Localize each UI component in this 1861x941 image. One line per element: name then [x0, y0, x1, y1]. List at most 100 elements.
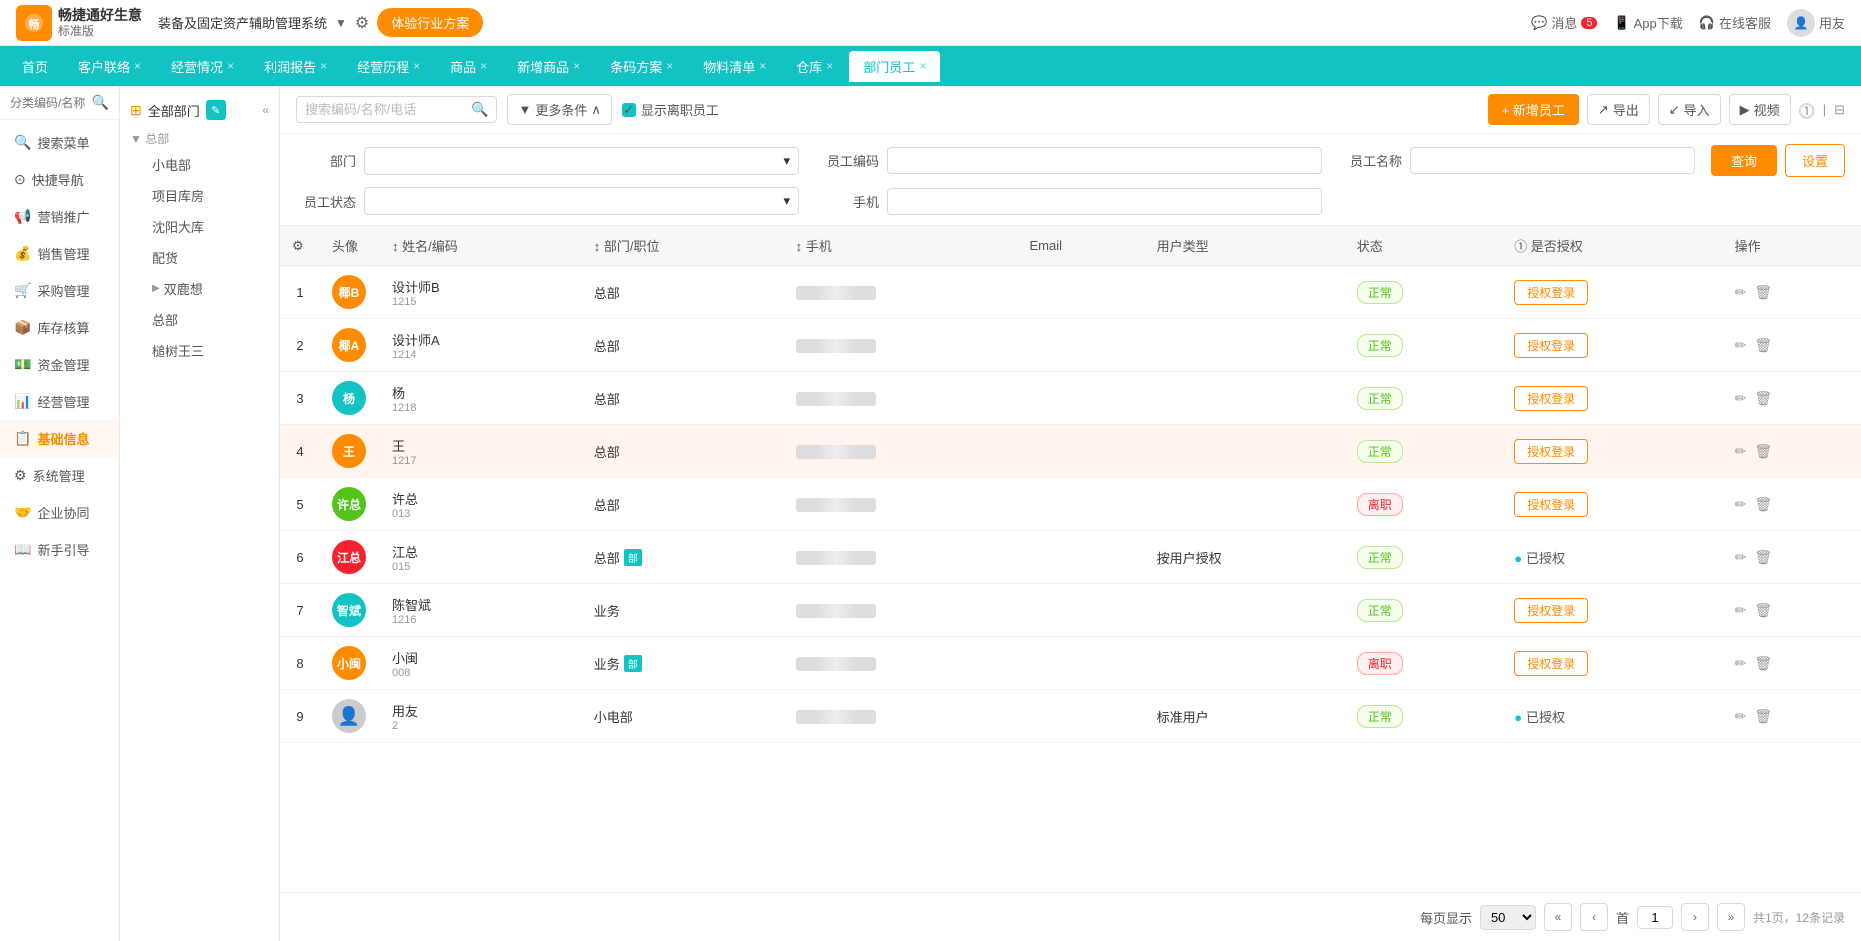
col-phone[interactable]: ↕ 手机: [784, 226, 1018, 266]
close-icon[interactable]: ×: [134, 59, 141, 73]
first-page-btn[interactable]: «: [1544, 903, 1572, 931]
close-icon[interactable]: ×: [480, 59, 487, 73]
dept-tree-item[interactable]: 小电部: [132, 149, 279, 180]
tab-home[interactable]: 首页: [8, 51, 62, 82]
message-btn[interactable]: 💬 消息 5: [1531, 13, 1597, 32]
experience-btn[interactable]: 体验行业方案: [377, 8, 483, 37]
edit-icon[interactable]: ✏: [1735, 337, 1747, 354]
delete-icon[interactable]: 🗑: [1754, 284, 1772, 301]
close-icon[interactable]: ×: [413, 59, 420, 73]
delete-icon[interactable]: 🗑: [1754, 337, 1772, 354]
help-icon[interactable]: ⓵: [1799, 98, 1815, 122]
auth-login-btn[interactable]: 授权登录: [1514, 492, 1588, 517]
delete-icon[interactable]: 🗑: [1754, 602, 1772, 619]
dept-tree-item[interactable]: 总部: [132, 304, 279, 335]
more-icon[interactable]: |: [1823, 102, 1826, 117]
dept-tree-item[interactable]: 沈阳大库: [132, 211, 279, 242]
sidebar-item-ops[interactable]: 📊 经营管理: [0, 383, 119, 420]
search-input[interactable]: [305, 102, 465, 117]
sidebar-item-marketing[interactable]: 📢 营销推广: [0, 198, 119, 235]
tab-barcode[interactable]: 条码方案 ×: [596, 51, 687, 82]
settings-gear-btn[interactable]: ⚙: [355, 13, 369, 33]
auth-login-btn[interactable]: 授权登录: [1514, 439, 1588, 464]
view-btn[interactable]: ▶ 视频: [1729, 94, 1791, 125]
sidebar-search-icon[interactable]: 🔍: [92, 94, 109, 111]
per-page-select[interactable]: 50 20 100: [1480, 905, 1536, 930]
auth-login-btn[interactable]: 授权登录: [1514, 333, 1588, 358]
close-icon[interactable]: ×: [227, 59, 234, 73]
edit-icon[interactable]: ✏: [1735, 284, 1747, 301]
dept-tree-item[interactable]: 槌树王三: [132, 335, 279, 366]
close-icon[interactable]: ×: [320, 59, 327, 73]
delete-icon[interactable]: 🗑: [1754, 655, 1772, 672]
sidebar-item-collab[interactable]: 🤝 企业协同: [0, 494, 119, 531]
next-page-btn[interactable]: ›: [1681, 903, 1709, 931]
delete-icon[interactable]: 🗑: [1754, 390, 1772, 407]
auth-login-btn[interactable]: 授权登录: [1514, 386, 1588, 411]
show-resigned-checkbox[interactable]: ✓ 显示离职员工: [622, 100, 719, 119]
app-download-btn[interactable]: 📱 App下载: [1613, 13, 1682, 32]
tab-employees[interactable]: 部门员工 ×: [849, 51, 940, 82]
tab-profit[interactable]: 利润报告 ×: [250, 51, 341, 82]
edit-icon[interactable]: ✏: [1735, 496, 1747, 513]
user-menu-btn[interactable]: 👤 用友: [1787, 9, 1845, 37]
emp-code-input[interactable]: [887, 147, 1322, 174]
more-filter-btn[interactable]: ▼ 更多条件 ∧: [507, 94, 611, 125]
edit-icon[interactable]: ✏: [1735, 655, 1747, 672]
import-btn[interactable]: ↙ 导入: [1658, 94, 1721, 125]
table-icon[interactable]: ⊟: [1834, 102, 1845, 118]
dept-tree-item[interactable]: 项目库房: [132, 180, 279, 211]
col-settings[interactable]: ⚙: [280, 226, 320, 266]
delete-icon[interactable]: 🗑: [1754, 443, 1772, 460]
sidebar-item-sales[interactable]: 💰 销售管理: [0, 235, 119, 272]
status-filter-select[interactable]: ▾: [364, 187, 799, 215]
delete-icon[interactable]: 🗑: [1754, 708, 1772, 725]
dept-filter-select[interactable]: ▾: [364, 147, 799, 175]
dept-manage-icon[interactable]: ✎: [206, 100, 226, 120]
auth-login-btn[interactable]: 授权登录: [1514, 598, 1588, 623]
sidebar-item-guide[interactable]: 📖 新手引导: [0, 531, 119, 568]
dept-tree-item[interactable]: 配货: [132, 242, 279, 273]
sidebar-item-basic[interactable]: 📋 基础信息: [0, 420, 119, 457]
tab-products[interactable]: 商品 ×: [436, 51, 501, 82]
sidebar-item-inventory[interactable]: 📦 库存核算: [0, 309, 119, 346]
tab-operations[interactable]: 经营情况 ×: [157, 51, 248, 82]
close-icon[interactable]: ×: [826, 59, 833, 73]
dept-tree-item[interactable]: ▶ 双鹿想: [132, 273, 279, 304]
sidebar-item-finance[interactable]: 💵 资金管理: [0, 346, 119, 383]
last-page-btn[interactable]: »: [1717, 903, 1745, 931]
sidebar-item-search[interactable]: 🔍 搜索菜单: [0, 124, 119, 161]
prev-page-btn[interactable]: ‹: [1580, 903, 1608, 931]
close-icon[interactable]: ×: [573, 59, 580, 73]
sidebar-item-purchase[interactable]: 🛒 采购管理: [0, 272, 119, 309]
col-name[interactable]: ↕ 姓名/编码: [380, 226, 582, 266]
edit-icon[interactable]: ✏: [1735, 549, 1747, 566]
delete-icon[interactable]: 🗑: [1754, 496, 1772, 513]
tab-customer[interactable]: 客户联络 ×: [64, 51, 155, 82]
edit-icon[interactable]: ✏: [1735, 708, 1747, 725]
add-employee-btn[interactable]: + 新增员工: [1488, 94, 1579, 125]
phone-filter-input[interactable]: [887, 188, 1322, 215]
auth-login-btn[interactable]: 授权登录: [1514, 651, 1588, 676]
close-icon[interactable]: ×: [919, 59, 926, 73]
col-dept[interactable]: ↕ 部门/职位: [582, 226, 784, 266]
search-icon[interactable]: 🔍: [471, 101, 488, 118]
edit-icon[interactable]: ✏: [1735, 390, 1747, 407]
tab-add-product[interactable]: 新增商品 ×: [503, 51, 594, 82]
edit-icon[interactable]: ✏: [1735, 602, 1747, 619]
delete-icon[interactable]: 🗑: [1754, 549, 1772, 566]
dept-collapse-btn[interactable]: «: [262, 103, 269, 117]
close-icon[interactable]: ×: [759, 59, 766, 73]
auth-login-btn[interactable]: 授权登录: [1514, 280, 1588, 305]
page-number-input[interactable]: [1637, 906, 1673, 929]
close-icon[interactable]: ×: [666, 59, 673, 73]
tab-history[interactable]: 经营历程 ×: [343, 51, 434, 82]
query-btn[interactable]: 查询: [1711, 145, 1777, 176]
sidebar-item-quicknav[interactable]: ⊙ 快捷导航: [0, 161, 119, 198]
export-btn[interactable]: ↗ 导出: [1587, 94, 1650, 125]
edit-icon[interactable]: ✏: [1735, 443, 1747, 460]
sidebar-item-system[interactable]: ⚙ 系统管理: [0, 457, 119, 494]
tab-bom[interactable]: 物料清单 ×: [689, 51, 780, 82]
system-dropdown-btn[interactable]: ▼: [335, 16, 347, 30]
online-service-btn[interactable]: 🎧 在线客服: [1699, 13, 1771, 32]
